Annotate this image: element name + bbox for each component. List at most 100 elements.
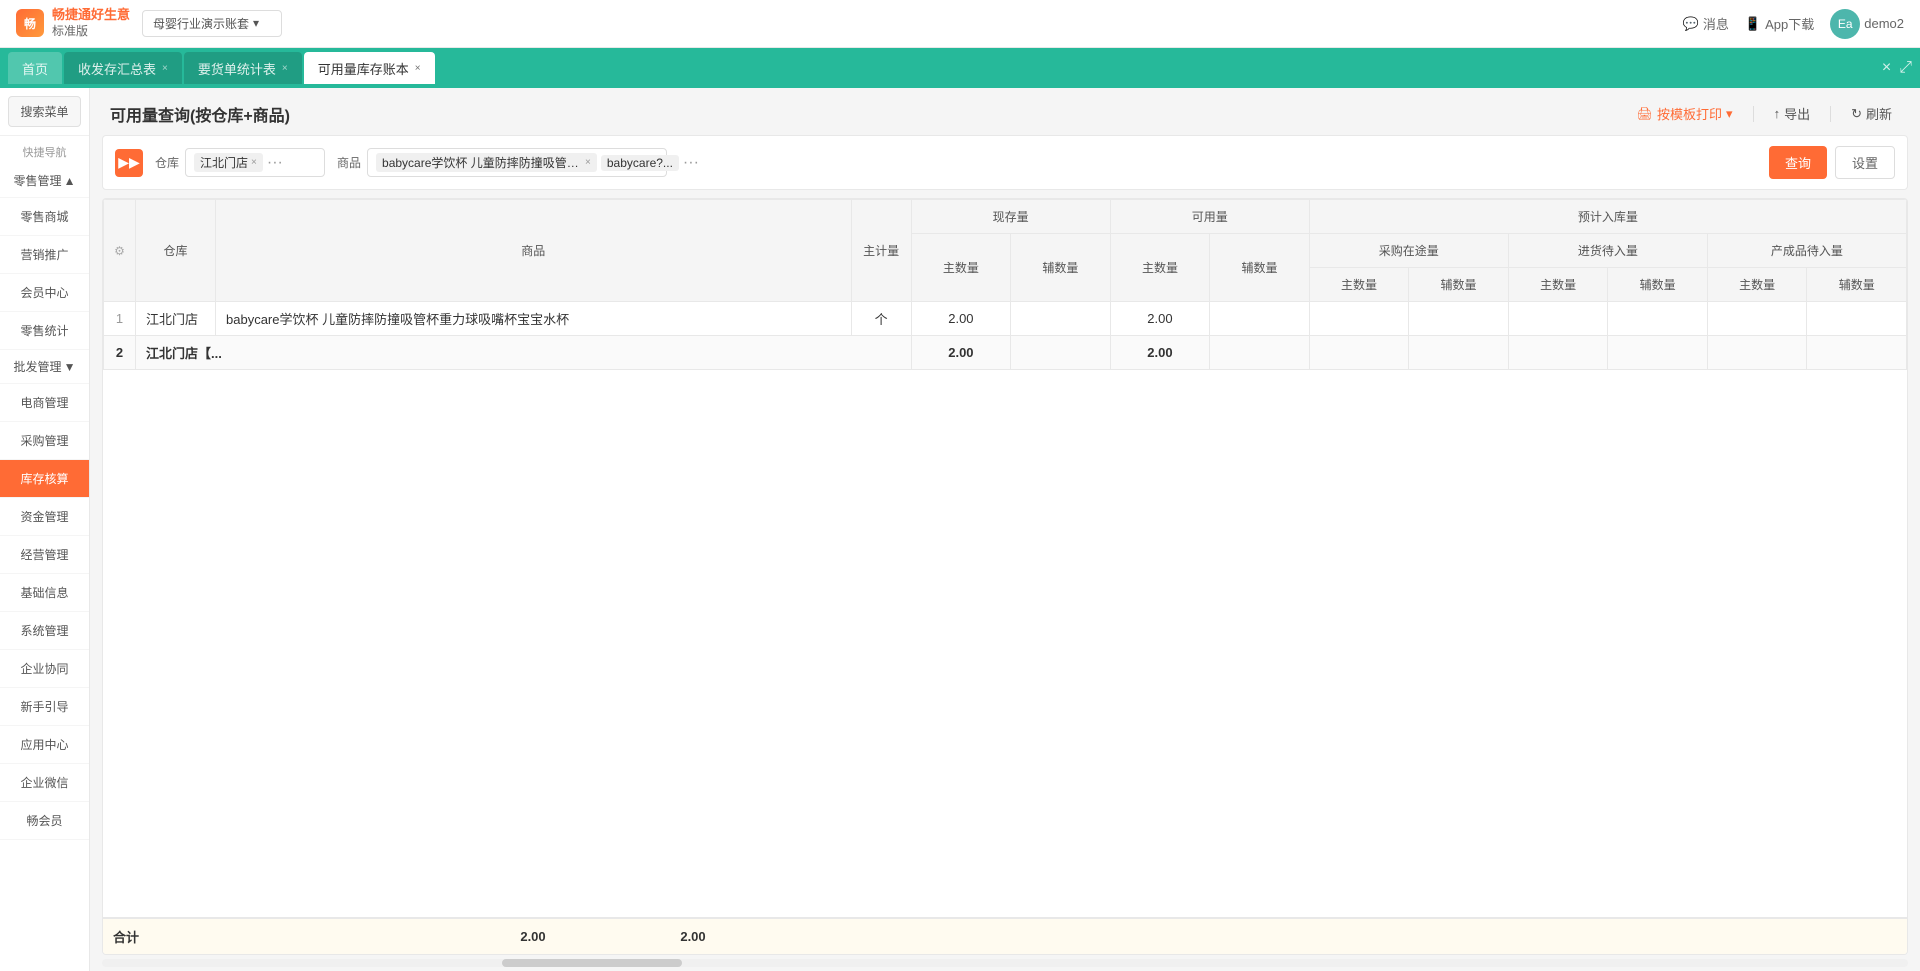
th-warehouse: 仓库 xyxy=(136,200,216,302)
data-table: ⚙ 仓库 商品 主计量 现存量 可用量 预计入库量 主数量 辅数量 主数量 辅数… xyxy=(103,199,1907,370)
filter-actions: 查询 设置 xyxy=(1769,146,1895,179)
row-purchase-main-1 xyxy=(1309,302,1409,336)
sidebar-item-member-center[interactable]: 会员中心 xyxy=(0,274,89,312)
sidebar-search-area: 搜索菜单 xyxy=(0,88,89,136)
row-num-1: 1 xyxy=(104,302,136,336)
warehouse-filter-group: 仓库 江北门店 × ··· xyxy=(155,148,325,177)
print-template-btn[interactable]: 🖨 按模板打印 ▾ xyxy=(1629,100,1741,127)
page-header: 可用量查询(按仓库+商品) 🖨 按模板打印 ▾ ↑ 导出 ↻ 刷新 xyxy=(90,88,1920,135)
page-header-actions: 🖨 按模板打印 ▾ ↑ 导出 ↻ 刷新 xyxy=(1629,100,1901,127)
summary-purchase-sub xyxy=(1409,336,1509,370)
summary-avail-main: 2.00 xyxy=(1110,336,1210,370)
product-tag-2: babycare?... xyxy=(601,155,679,171)
warehouse-input[interactable]: 江北门店 × ··· xyxy=(185,148,325,177)
close-all-tabs-btn[interactable]: × xyxy=(1882,59,1891,77)
th-stock-sub-qty: 辅数量 xyxy=(1011,234,1111,302)
product-tag-1: babycare学饮杯 儿童防摔防撞吸管杯重力球吸嘴杯宝宝水杯 × xyxy=(376,153,597,172)
filter-toggle-btn[interactable]: ▶▶ xyxy=(115,149,143,177)
th-purchase-sub: 辅数量 xyxy=(1409,268,1509,302)
footer-label: 合计 xyxy=(113,927,233,946)
tab-purchase[interactable]: 要货单统计表 × xyxy=(184,52,302,84)
th-incoming-main: 主数量 xyxy=(1508,268,1608,302)
sidebar-item-inventory-mgmt[interactable]: 库存核算 xyxy=(0,460,89,498)
tab-close-inventory[interactable]: × xyxy=(415,63,421,74)
sidebar-item-system[interactable]: 系统管理 xyxy=(0,612,89,650)
tab-home[interactable]: 首页 xyxy=(8,52,62,84)
th-stock-main-qty: 主数量 xyxy=(911,234,1011,302)
th-expected-in: 预计入库量 xyxy=(1309,200,1906,234)
th-main-unit: 主计量 xyxy=(851,200,911,302)
row-product-1: babycare学饮杯 儿童防摔防撞吸管杯重力球吸嘴杯宝宝水杯 xyxy=(216,302,852,336)
sidebar-item-marketing[interactable]: 营销推广 xyxy=(0,236,89,274)
th-settings[interactable]: ⚙ xyxy=(104,200,136,302)
logo-area: 畅 畅捷通好生意 标准版 xyxy=(16,7,130,39)
expand-btn[interactable]: ⤢ xyxy=(1899,59,1912,77)
product-filter-group: 商品 babycare学饮杯 儿童防摔防撞吸管杯重力球吸嘴杯宝宝水杯 × bab… xyxy=(337,148,667,177)
product-input[interactable]: babycare学饮杯 儿童防摔防撞吸管杯重力球吸嘴杯宝宝水杯 × babyca… xyxy=(367,148,667,177)
top-bar-right: 💬 消息 📱 App下载 Ea demo2 xyxy=(1683,9,1904,39)
warehouse-tag-close[interactable]: × xyxy=(251,157,257,168)
chevron-down-icon: ▾ xyxy=(253,16,259,30)
sidebar-item-retail-mall[interactable]: 零售商城 xyxy=(0,198,89,236)
sidebar-item-retail-stats[interactable]: 零售统计 xyxy=(0,312,89,350)
th-purchase-transit: 采购在途量 xyxy=(1309,234,1508,268)
th-purchase-main: 主数量 xyxy=(1309,268,1409,302)
row-production-main-1 xyxy=(1707,302,1807,336)
horizontal-scrollbar[interactable] xyxy=(102,959,1908,967)
industry-select[interactable]: 母婴行业演示账套 ▾ xyxy=(142,10,282,37)
th-incoming-sub: 辅数量 xyxy=(1608,268,1708,302)
user-avatar-btn[interactable]: Ea demo2 xyxy=(1830,9,1904,39)
logo-icon: 畅 xyxy=(16,9,44,37)
sidebar-item-wholesale-mgmt[interactable]: 批发管理 ▼ xyxy=(0,350,89,384)
th-production-sub: 辅数量 xyxy=(1807,268,1907,302)
app-download-btn[interactable]: 📱 App下载 xyxy=(1745,14,1814,33)
product-tag-1-close[interactable]: × xyxy=(585,157,591,168)
query-btn[interactable]: 查询 xyxy=(1769,146,1827,179)
refresh-btn[interactable]: ↻ 刷新 xyxy=(1843,100,1900,127)
summary-production-sub xyxy=(1807,336,1907,370)
export-btn[interactable]: ↑ 导出 xyxy=(1766,100,1819,127)
row-unit-1: 个 xyxy=(851,302,911,336)
summary-stock-sub xyxy=(1011,336,1111,370)
th-product: 商品 xyxy=(216,200,852,302)
tab-bar: 首页 收发存汇总表 × 要货单统计表 × 可用量库存账本 × × ⤢ xyxy=(0,48,1920,88)
logo-text: 畅捷通好生意 标准版 xyxy=(52,7,130,39)
summary-row: 2 江北门店【... 2.00 2.00 xyxy=(104,336,1907,370)
sidebar-item-operations[interactable]: 经营管理 xyxy=(0,536,89,574)
export-icon: ↑ xyxy=(1774,106,1781,121)
tab-close-receipts[interactable]: × xyxy=(162,63,168,74)
row-avail-sub-1 xyxy=(1210,302,1310,336)
sidebar-item-enterprise[interactable]: 企业协同 xyxy=(0,650,89,688)
sidebar-item-vip[interactable]: 畅会员 xyxy=(0,802,89,840)
content-area: 可用量查询(按仓库+商品) 🖨 按模板打印 ▾ ↑ 导出 ↻ 刷新 xyxy=(90,88,1920,971)
sidebar-item-finance[interactable]: 资金管理 xyxy=(0,498,89,536)
warehouse-tag: 江北门店 × xyxy=(194,153,263,172)
sidebar-quick-nav[interactable]: 快捷导航 xyxy=(0,136,89,164)
summary-avail-sub xyxy=(1210,336,1310,370)
sidebar-item-wechat[interactable]: 企业微信 xyxy=(0,764,89,802)
tab-receipts[interactable]: 收发存汇总表 × xyxy=(64,52,182,84)
sidebar-item-retail-mgmt[interactable]: 零售管理 ▲ xyxy=(0,164,89,198)
sidebar-item-basics[interactable]: 基础信息 xyxy=(0,574,89,612)
tab-close-purchase[interactable]: × xyxy=(282,63,288,74)
scrollbar-thumb[interactable] xyxy=(502,959,682,967)
table-row: 1 江北门店 babycare学饮杯 儿童防摔防撞吸管杯重力球吸嘴杯宝宝水杯 个… xyxy=(104,302,1907,336)
refresh-icon: ↻ xyxy=(1851,106,1862,122)
tab-inventory[interactable]: 可用量库存账本 × xyxy=(304,52,435,84)
sidebar-search-btn[interactable]: 搜索菜单 xyxy=(8,96,81,127)
sidebar-item-purchase-mgmt[interactable]: 采购管理 xyxy=(0,422,89,460)
warehouse-more-btn[interactable]: ··· xyxy=(267,154,283,172)
sidebar-item-ecommerce[interactable]: 电商管理 xyxy=(0,384,89,422)
data-table-wrapper: ⚙ 仓库 商品 主计量 现存量 可用量 预计入库量 主数量 辅数量 主数量 辅数… xyxy=(102,198,1908,955)
warehouse-label: 仓库 xyxy=(155,154,179,171)
settings-btn[interactable]: 设置 xyxy=(1835,146,1895,179)
product-more-btn[interactable]: ··· xyxy=(683,154,699,172)
message-btn[interactable]: 💬 消息 xyxy=(1683,14,1729,33)
main-layout: 搜索菜单 快捷导航 零售管理 ▲ 零售商城 营销推广 会员中心 零售统计 批发管… xyxy=(0,88,1920,971)
row-incoming-sub-1 xyxy=(1608,302,1708,336)
summary-purchase-main xyxy=(1309,336,1409,370)
summary-production-main xyxy=(1707,336,1807,370)
row-avail-main-1: 2.00 xyxy=(1110,302,1210,336)
sidebar-item-newbie[interactable]: 新手引导 xyxy=(0,688,89,726)
sidebar-item-app-center[interactable]: 应用中心 xyxy=(0,726,89,764)
